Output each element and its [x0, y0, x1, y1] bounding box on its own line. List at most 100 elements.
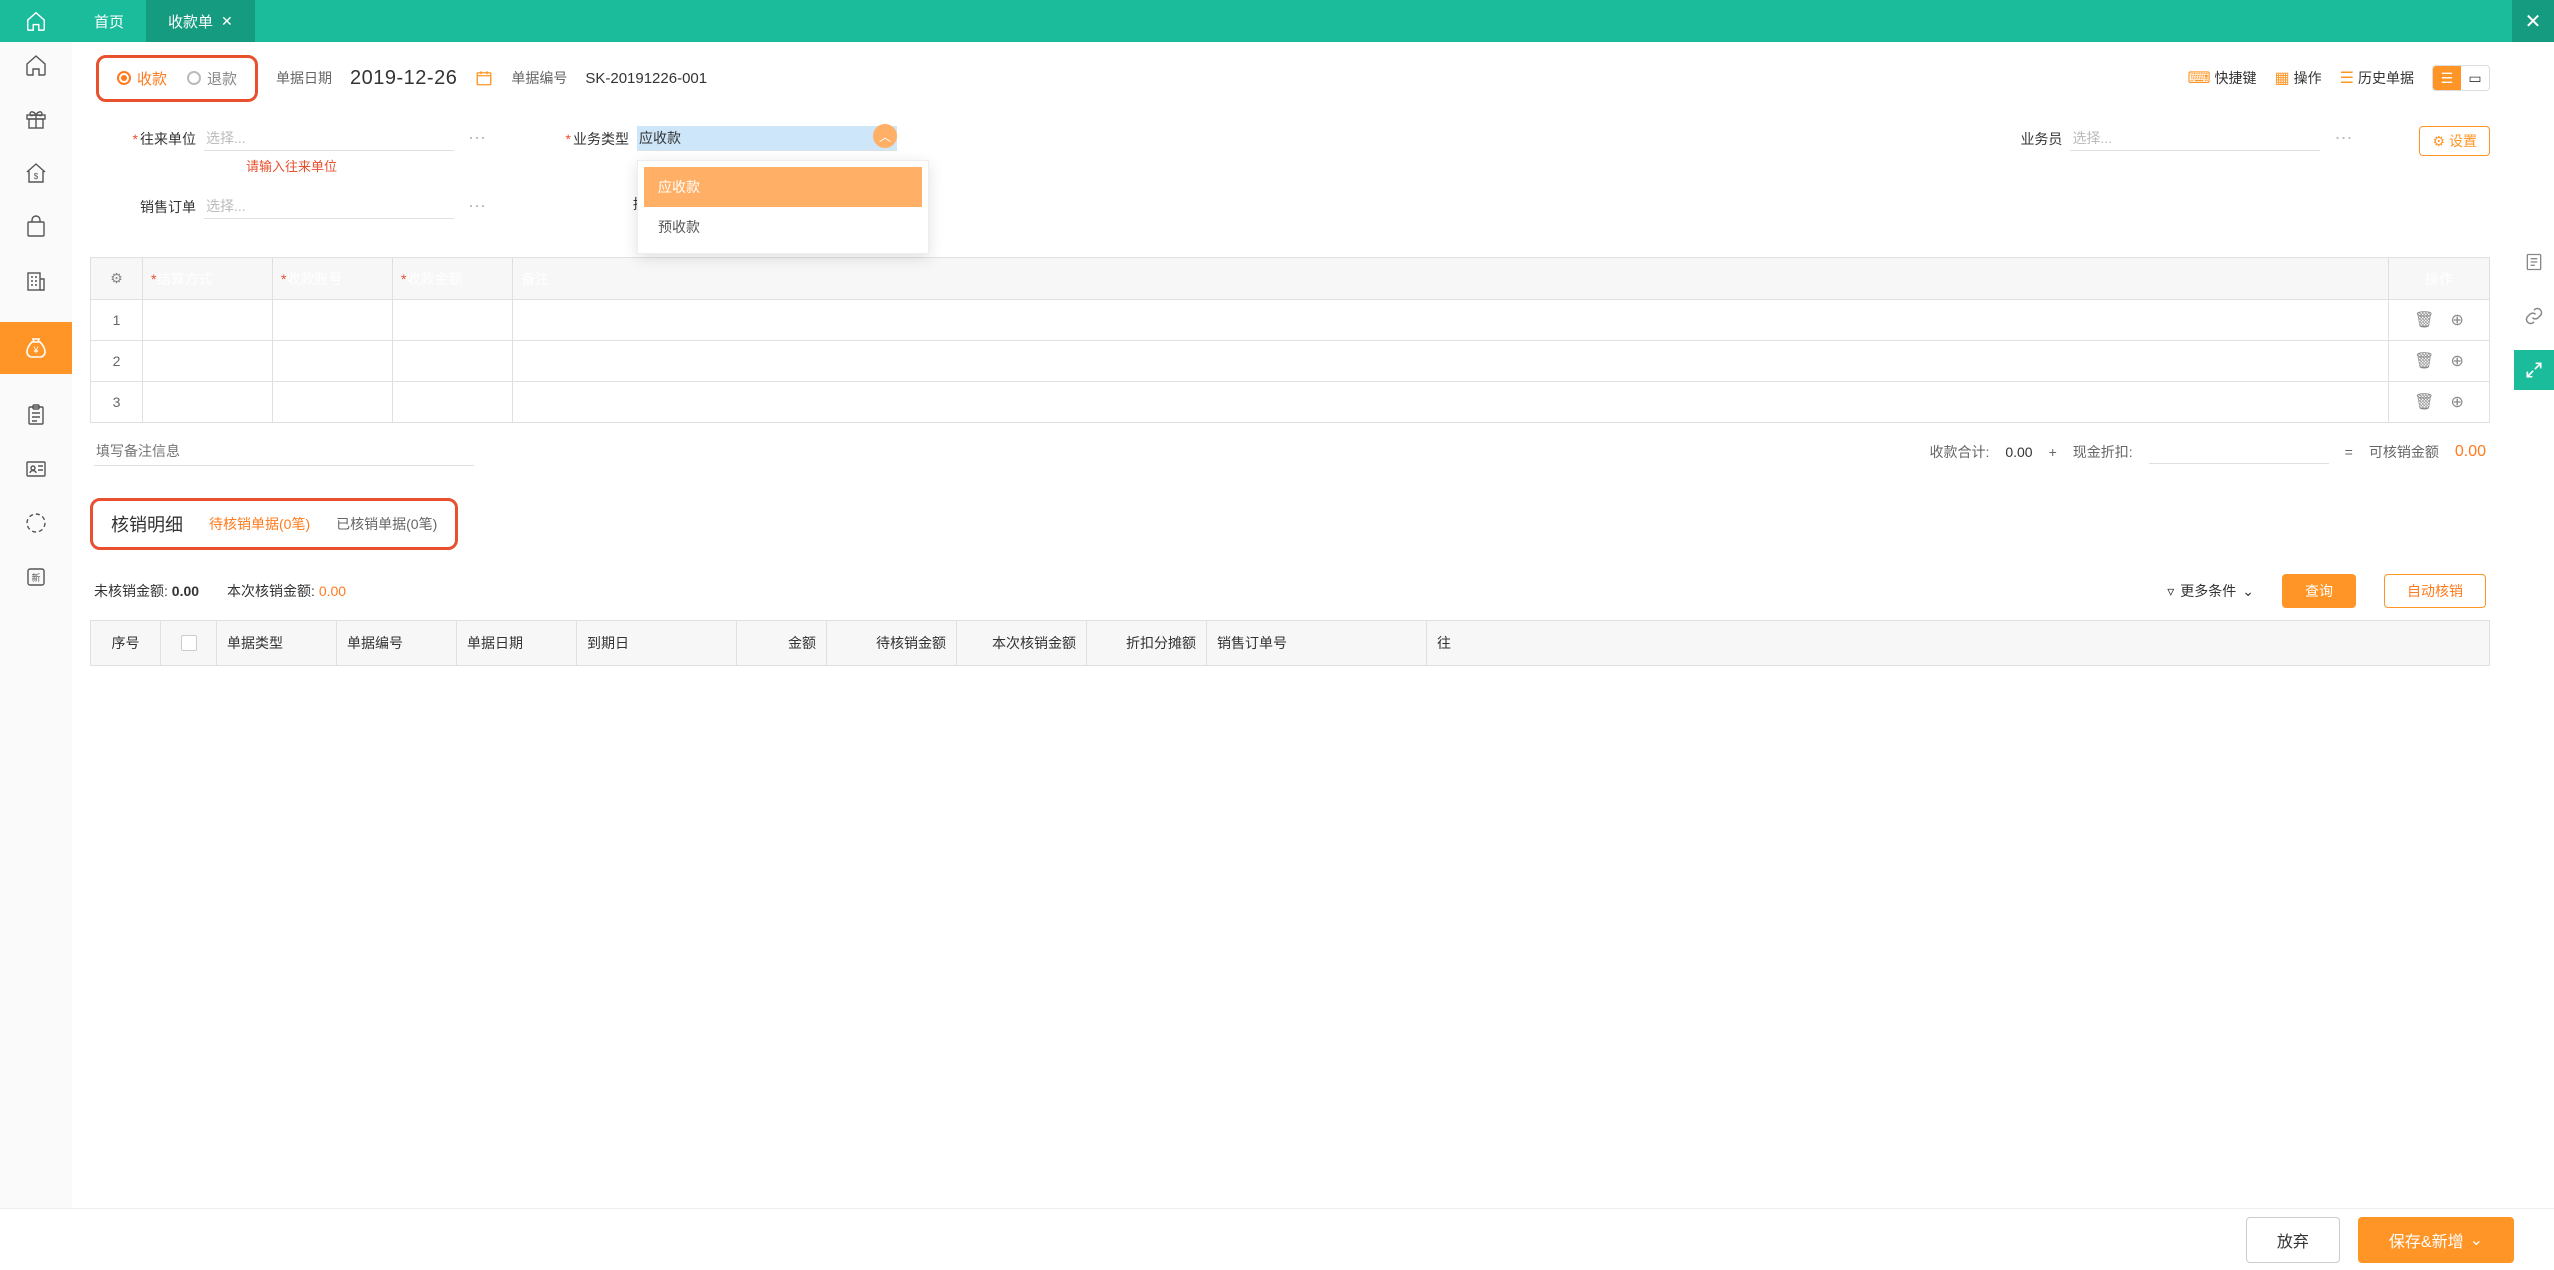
home-icon-slot[interactable] — [0, 0, 72, 42]
plus-sign: + — [2049, 444, 2057, 460]
nav-money-bag-icon[interactable]: ¥ — [0, 322, 72, 374]
cell-amount[interactable] — [393, 382, 513, 422]
ops-label: 操作 — [2294, 68, 2322, 88]
query-button[interactable]: 查询 — [2282, 574, 2356, 608]
nav-home-icon[interactable] — [23, 52, 49, 78]
auto-match-button[interactable]: 自动核销 — [2384, 574, 2486, 608]
calendar-icon[interactable] — [475, 69, 493, 87]
wcol-order: 销售订单号 — [1207, 621, 1427, 665]
tab-home[interactable]: 首页 — [72, 0, 146, 42]
dropdown-item-receivable[interactable]: 应收款 — [644, 167, 922, 207]
sales-order-picker-icon[interactable]: ⋯ — [462, 196, 493, 217]
discard-button[interactable]: 放弃 — [2246, 1217, 2340, 1263]
cell-remark[interactable] — [513, 341, 2389, 381]
nav-clipboard-icon[interactable] — [23, 402, 49, 428]
expand-icon[interactable] — [2514, 350, 2554, 390]
col-ops: 操作 — [2389, 258, 2489, 299]
discount-input[interactable] — [2149, 439, 2329, 464]
discount-label: 现金折扣: — [2073, 442, 2133, 462]
footer: 放弃 保存&新增 ⌄ — [0, 1208, 2554, 1270]
select-all-checkbox[interactable] — [181, 635, 197, 651]
note-input[interactable] — [94, 437, 474, 466]
close-icon[interactable]: ✕ — [221, 13, 233, 30]
writeoff-title: 核销明细 — [111, 511, 183, 537]
doc-no-label: 单据编号 — [511, 68, 567, 88]
cell-amount[interactable] — [393, 341, 513, 381]
header-spacer — [255, 0, 2512, 42]
cell-ops: 🗑 ⊕ — [2389, 300, 2489, 340]
table-header-row: ⚙ *结算方式 *收款账号 *收款金额 备注 操作 — [91, 258, 2489, 300]
row-index: 2 — [91, 341, 143, 381]
dropdown-item-advance[interactable]: 预收款 — [644, 207, 922, 247]
right-sidebar — [2514, 42, 2554, 1208]
nav-house-dollar-icon[interactable]: $ — [23, 160, 49, 186]
unmatched-label: 未核销金额: 0.00 — [94, 581, 199, 601]
add-row-icon[interactable]: ⊕ — [2450, 310, 2463, 330]
main-content: 收款 退款 单据日期 2019-12-26 单据编号 SK-20191226-0… — [72, 42, 2514, 1208]
window-close-button[interactable]: ✕ — [2512, 0, 2554, 42]
view-card-button[interactable]: ▭ — [2461, 66, 2489, 90]
nav-sync-icon[interactable] — [23, 510, 49, 536]
radio-refund-label: 退款 — [207, 68, 237, 89]
doc-icon[interactable] — [2514, 242, 2554, 282]
wcol-amt: 金额 — [737, 621, 827, 665]
sales-order-input[interactable] — [204, 194, 454, 219]
radio-receive[interactable]: 收款 — [117, 68, 167, 89]
cell-settle[interactable] — [143, 300, 273, 340]
unit-picker-icon[interactable]: ⋯ — [462, 128, 493, 149]
settings-button[interactable]: ⚙ 设置 — [2419, 126, 2490, 156]
cell-remark[interactable] — [513, 300, 2389, 340]
nav-id-icon[interactable] — [23, 456, 49, 482]
add-row-icon[interactable]: ⊕ — [2450, 351, 2463, 371]
unit-input[interactable] — [204, 126, 454, 151]
settings-label: 设置 — [2449, 131, 2477, 151]
history-button[interactable]: ☰历史单据 — [2340, 68, 2414, 88]
cell-amount[interactable] — [393, 300, 513, 340]
more-conditions-button[interactable]: ▿ 更多条件 ⌄ — [2167, 581, 2254, 601]
form-row-1: *往来单位 ⋯ 请输入往来单位 *业务类型 ︿ 应收款 预收款 — [90, 126, 2490, 156]
wcol-disc: 折扣分摊额 — [1087, 621, 1207, 665]
link-icon[interactable] — [2514, 296, 2554, 336]
doc-date-label: 单据日期 — [276, 68, 332, 88]
nav-bag-icon[interactable] — [23, 214, 49, 240]
cell-settle[interactable] — [143, 341, 273, 381]
view-list-button[interactable]: ☰ — [2433, 66, 2461, 90]
tab-pending[interactable]: 待核销单据(0笔) — [209, 514, 310, 534]
wcol-num: 单据编号 — [337, 621, 457, 665]
body: $ ¥ 新 收款 退款 — [0, 42, 2554, 1208]
cell-account[interactable] — [273, 341, 393, 381]
tab-done[interactable]: 已核销单据(0笔) — [336, 514, 437, 534]
delete-row-icon[interactable]: 🗑 — [2414, 351, 2434, 371]
nav-new-icon[interactable]: 新 — [23, 564, 49, 590]
nav-gift-icon[interactable] — [23, 106, 49, 132]
cell-account[interactable] — [273, 382, 393, 422]
current-match-value: 0.00 — [319, 583, 346, 599]
sum-value: 0.00 — [2005, 444, 2032, 460]
save-and-new-button[interactable]: 保存&新增 ⌄ — [2358, 1217, 2514, 1263]
radio-refund[interactable]: 退款 — [187, 68, 237, 89]
tab-receipt[interactable]: 收款单 ✕ — [146, 0, 255, 42]
delete-row-icon[interactable]: 🗑 — [2414, 392, 2434, 412]
cell-remark[interactable] — [513, 382, 2389, 422]
ops-button[interactable]: ▦操作 — [2275, 68, 2322, 88]
shortcut-button[interactable]: ⌨快捷键 — [2187, 68, 2256, 88]
biztype-label: *业务类型 — [553, 129, 629, 149]
radio-circle-icon — [117, 71, 131, 85]
left-sidebar: $ ¥ 新 — [0, 42, 72, 1208]
salesman-picker-icon[interactable]: ⋯ — [2328, 128, 2359, 149]
delete-row-icon[interactable]: 🗑 — [2414, 310, 2434, 330]
salesman-input[interactable] — [2070, 126, 2320, 151]
chevron-up-icon[interactable]: ︿ — [873, 124, 897, 148]
wcol-type: 单据类型 — [217, 621, 337, 665]
doc-date-value[interactable]: 2019-12-26 — [350, 67, 457, 90]
nav-building-icon[interactable] — [23, 268, 49, 294]
add-row-icon[interactable]: ⊕ — [2450, 392, 2463, 412]
biztype-input[interactable] — [637, 126, 897, 151]
avail-label: 可核销金额 — [2369, 442, 2439, 462]
home-icon — [25, 10, 47, 32]
doc-no-value: SK-20191226-001 — [585, 70, 707, 87]
eq-sign: = — [2345, 444, 2353, 460]
cell-account[interactable] — [273, 300, 393, 340]
cell-settle[interactable] — [143, 382, 273, 422]
gear-header-icon[interactable]: ⚙ — [91, 258, 143, 299]
